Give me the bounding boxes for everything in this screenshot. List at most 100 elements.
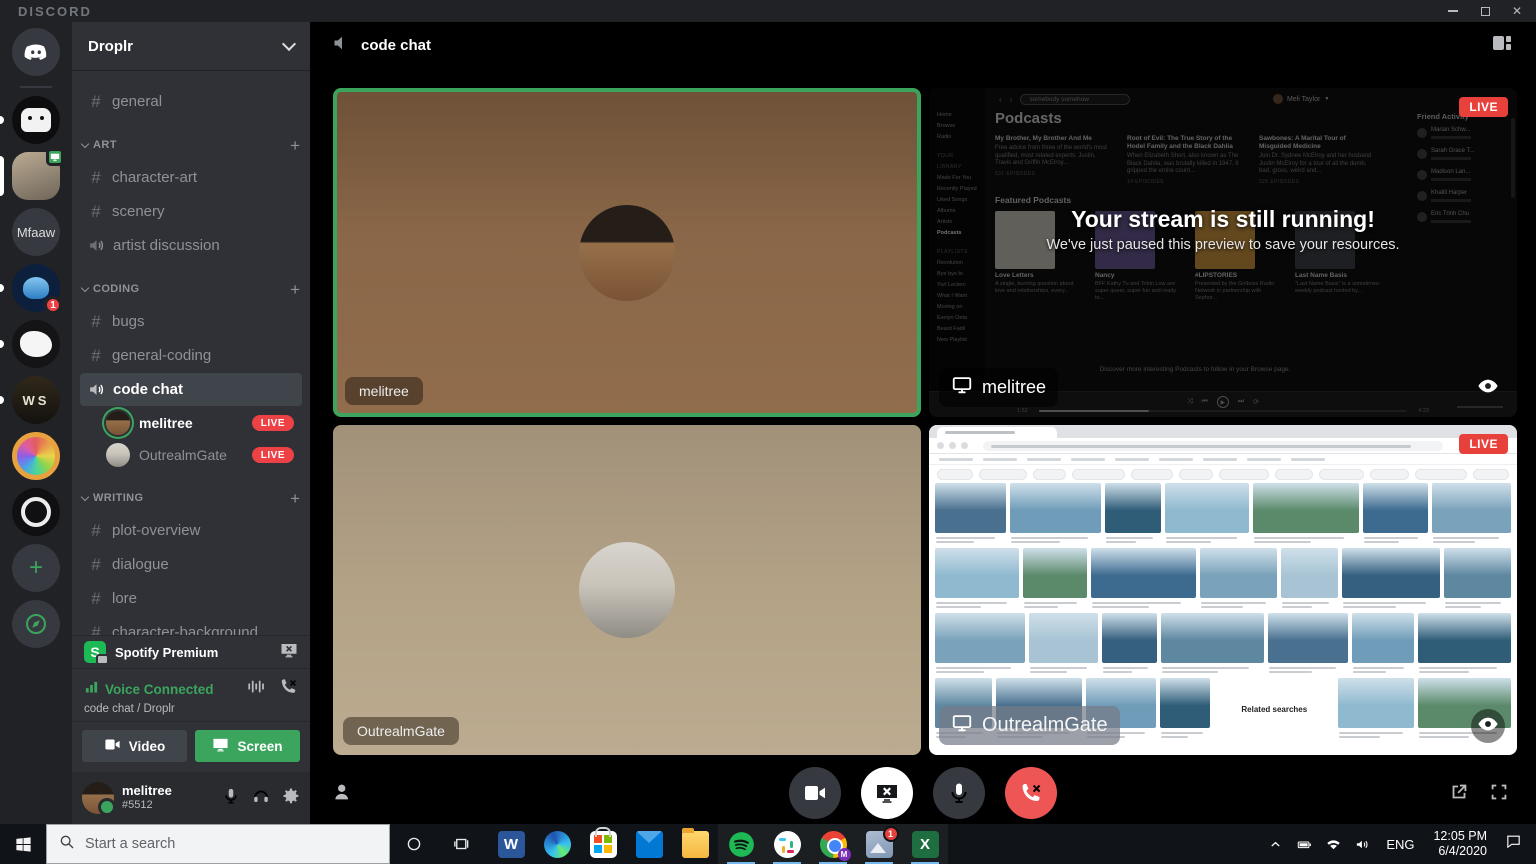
screen-x-icon[interactable] bbox=[280, 641, 298, 664]
taskbar-app-explorer[interactable] bbox=[672, 824, 718, 864]
server-icon-server-robot[interactable] bbox=[12, 96, 60, 144]
voice-user-melitree[interactable]: melitree LIVE bbox=[98, 407, 302, 439]
stream-user-label: OutrealmGate bbox=[939, 706, 1120, 745]
chevron-down-icon bbox=[281, 36, 297, 52]
server-icon-server-blue[interactable]: 1 bbox=[12, 264, 62, 314]
call-header: code chat bbox=[310, 22, 1536, 68]
taskbar-app-edge[interactable] bbox=[534, 824, 580, 864]
friend-activity-item: Khalill Harper bbox=[1417, 190, 1503, 202]
minimize-button[interactable] bbox=[1440, 1, 1466, 21]
plus-icon: + bbox=[28, 554, 43, 581]
taskbar-app-photos[interactable]: 1 bbox=[856, 824, 902, 864]
task-view-icon[interactable] bbox=[438, 824, 486, 864]
toggle-camera-button[interactable] bbox=[789, 767, 841, 819]
server-icon-explore-servers[interactable] bbox=[12, 600, 60, 648]
voice-channel-artist-discussion[interactable]: artist discussion bbox=[80, 229, 302, 262]
live-badge: LIVE bbox=[1459, 97, 1508, 117]
category-coding[interactable]: CODING + bbox=[72, 274, 310, 304]
image-thumbnail bbox=[935, 483, 1007, 533]
volume-icon[interactable] bbox=[1355, 837, 1370, 852]
image-results-grid: Related searches bbox=[929, 483, 1517, 741]
server-icon-add-server[interactable]: + bbox=[12, 544, 60, 592]
image-thumbnail bbox=[1165, 483, 1250, 533]
disconnect-call-button[interactable] bbox=[1005, 767, 1057, 819]
gear-icon[interactable] bbox=[282, 787, 300, 810]
taskbar-app-excel[interactable]: X bbox=[902, 824, 948, 864]
text-channel-dialogue[interactable]: # dialogue bbox=[80, 548, 302, 581]
add-channel-icon[interactable]: + bbox=[290, 281, 300, 298]
voice-user-OutrealmGate[interactable]: OutrealmGate LIVE bbox=[98, 439, 302, 471]
active-indicator bbox=[0, 156, 4, 196]
grid-layout-icon[interactable] bbox=[1490, 31, 1514, 60]
tray-chevron-up-icon[interactable] bbox=[1268, 837, 1283, 852]
server-icon-server-mfaaw[interactable]: Mfaaw bbox=[12, 208, 60, 256]
image-thumbnail bbox=[1023, 548, 1087, 598]
add-channel-icon[interactable]: + bbox=[290, 137, 300, 154]
avatar[interactable] bbox=[82, 782, 116, 816]
server-header[interactable]: Droplr bbox=[72, 22, 310, 70]
stream-tile-outrealmgate[interactable]: Related searches LIVE OutrealmGate bbox=[929, 425, 1517, 755]
text-channel-general-coding[interactable]: # general-coding bbox=[80, 339, 302, 372]
monitor-icon bbox=[951, 712, 973, 739]
wifi-icon[interactable] bbox=[1326, 837, 1341, 852]
taskbar-app-store[interactable] bbox=[580, 824, 626, 864]
maximize-button[interactable] bbox=[1472, 1, 1498, 21]
action-center-icon[interactable] bbox=[1505, 833, 1522, 855]
screen-share-icon bbox=[212, 736, 229, 756]
spotify-premium-banner[interactable]: S Spotify Premium bbox=[72, 635, 310, 669]
watch-stream-button[interactable] bbox=[1471, 371, 1505, 405]
video-tile-melitree[interactable]: melitree bbox=[333, 88, 921, 417]
mini-badge: M bbox=[837, 847, 851, 861]
stream-tile-melitree[interactable]: Home Browse Radio YOUR LIBRARY Made For You R… bbox=[929, 88, 1517, 417]
start-button[interactable] bbox=[0, 824, 46, 864]
add-channel-icon[interactable]: + bbox=[290, 490, 300, 507]
taskbar-app-word[interactable]: W bbox=[488, 824, 534, 864]
headphones-icon[interactable] bbox=[252, 787, 270, 810]
disconnect-icon[interactable] bbox=[279, 677, 298, 701]
hash-icon: # bbox=[91, 520, 101, 540]
fullscreen-icon[interactable] bbox=[1488, 781, 1510, 808]
taskbar-app-slack[interactable] bbox=[764, 824, 810, 864]
noise-suppression-icon[interactable] bbox=[246, 677, 265, 701]
server-icon-server-cat[interactable] bbox=[12, 148, 64, 200]
server-icon-server-ws[interactable]: WS bbox=[12, 376, 60, 424]
server-icon-server-citrus[interactable] bbox=[12, 432, 60, 480]
search-filter-chip bbox=[1369, 468, 1410, 480]
text-channel-plot-overview[interactable]: # plot-overview bbox=[80, 514, 302, 547]
taskbar-app-mail[interactable] bbox=[626, 824, 672, 864]
podcast-card: Root of Evil: The True Story of the Hode… bbox=[1127, 135, 1239, 185]
battery-icon[interactable] bbox=[1297, 837, 1312, 852]
video-button[interactable]: Video bbox=[82, 730, 187, 762]
server-icon-server-dragon[interactable] bbox=[12, 488, 60, 536]
image-thumbnail bbox=[1351, 613, 1414, 663]
close-button[interactable]: ✕ bbox=[1504, 1, 1530, 21]
language-indicator[interactable]: ENG bbox=[1386, 837, 1414, 852]
taskbar-app-spotify[interactable] bbox=[718, 824, 764, 864]
taskbar-search[interactable] bbox=[46, 824, 390, 864]
text-channel-general[interactable]: # general bbox=[80, 85, 302, 118]
text-channel-scenery[interactable]: # scenery bbox=[80, 195, 302, 228]
text-channel-lore[interactable]: # lore bbox=[80, 582, 302, 615]
video-tile-outrealmgate[interactable]: OutrealmGate bbox=[333, 425, 921, 755]
server-icon-home[interactable] bbox=[12, 28, 60, 76]
camera-icon bbox=[104, 736, 121, 756]
voice-channel-code-chat[interactable]: code chat bbox=[80, 373, 302, 406]
text-channel-character-art[interactable]: # character-art bbox=[80, 161, 302, 194]
search-filter-chip bbox=[979, 468, 1028, 480]
cortana-icon[interactable] bbox=[390, 824, 438, 864]
server-icon-server-sketch[interactable] bbox=[12, 320, 60, 368]
category-art[interactable]: ART + bbox=[72, 130, 310, 160]
screen-share-button[interactable]: Screen bbox=[195, 730, 300, 762]
taskbar-app-chrome[interactable]: M bbox=[810, 824, 856, 864]
spotify-user: Meli Taylor ▼ bbox=[1273, 94, 1329, 104]
mic-icon[interactable] bbox=[222, 787, 240, 810]
watch-stream-button[interactable] bbox=[1471, 709, 1505, 743]
stop-streaming-button[interactable] bbox=[861, 767, 913, 819]
popout-icon[interactable] bbox=[1448, 781, 1470, 808]
category-writing[interactable]: WRITING + bbox=[72, 483, 310, 513]
text-channel-bugs[interactable]: # bugs bbox=[80, 305, 302, 338]
taskbar-clock[interactable]: 12:05 PM 6/4/2020 bbox=[1433, 829, 1487, 859]
search-input[interactable] bbox=[85, 836, 345, 852]
mute-button[interactable] bbox=[933, 767, 985, 819]
server-rail-row bbox=[0, 488, 72, 536]
